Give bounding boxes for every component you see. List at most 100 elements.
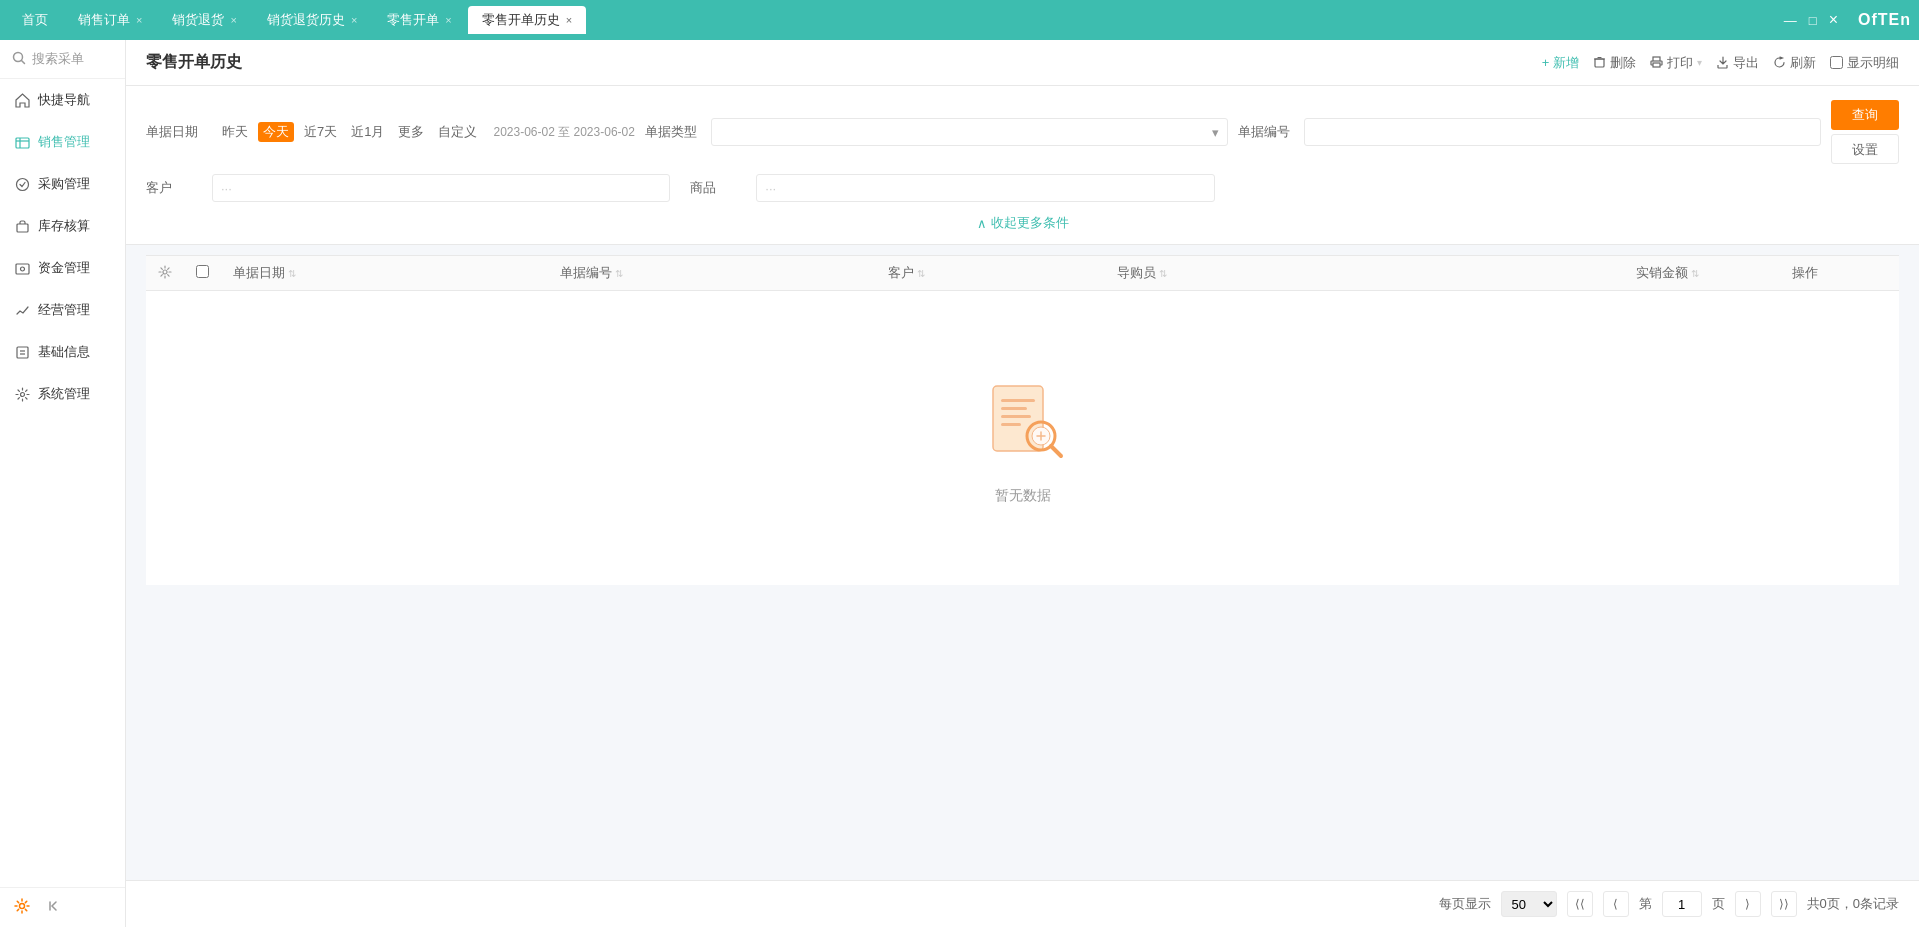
date-custom[interactable]: 自定义	[434, 122, 481, 142]
th-date[interactable]: 单据日期 ⇅	[221, 256, 548, 291]
export-icon	[1716, 56, 1729, 69]
type-filter-select[interactable]: ▾	[711, 118, 1228, 146]
table-area: 单据日期 ⇅ 单据编号 ⇅ 客户	[126, 245, 1919, 880]
goods-filter-label: 商品	[690, 179, 750, 197]
query-button[interactable]: 查询	[1831, 100, 1899, 130]
sidebar-item-basic-info[interactable]: 基础信息	[0, 331, 125, 373]
customer-filter-label: 客户	[146, 179, 206, 197]
svg-point-5	[16, 178, 28, 190]
tab-retail-open-history[interactable]: 零售开单历史 ×	[468, 6, 586, 34]
sort-salesperson-icon: ⇅	[1159, 268, 1167, 279]
date-week[interactable]: 近7天	[300, 122, 341, 142]
add-button[interactable]: + 新增	[1542, 54, 1579, 72]
th-customer[interactable]: 客户 ⇅	[876, 256, 1106, 291]
svg-point-20	[163, 270, 167, 274]
system-icon	[14, 386, 30, 402]
show-detail-checkbox[interactable]	[1830, 56, 1843, 69]
sidebar-search[interactable]: 搜索采单	[0, 40, 125, 79]
sales-icon	[14, 134, 30, 150]
window-close[interactable]: ×	[1829, 11, 1838, 29]
page-header: 零售开单历史 + 新增 删除	[126, 40, 1919, 86]
collapse-sidebar-icon[interactable]	[46, 898, 62, 917]
home-icon	[14, 92, 30, 108]
inventory-icon	[14, 218, 30, 234]
svg-rect-23	[1001, 407, 1027, 410]
print-button[interactable]: 打印 ▾	[1650, 54, 1702, 72]
page-title: 零售开单历史	[146, 52, 242, 73]
goods-dots: ···	[765, 181, 776, 196]
th-number[interactable]: 单据编号 ⇅	[548, 256, 875, 291]
sidebar-item-system-mgmt[interactable]: 系统管理	[0, 373, 125, 415]
toolbar: + 新增 删除 打印	[1542, 54, 1899, 72]
window-minimize[interactable]: —	[1784, 13, 1797, 28]
page-last-button[interactable]: ⟩⟩	[1771, 891, 1797, 917]
date-shortcuts: 昨天 今天 近7天 近1月 更多 自定义	[218, 122, 481, 142]
svg-rect-15	[1595, 59, 1604, 67]
sidebar-item-sales-mgmt[interactable]: 销售管理	[0, 121, 125, 163]
main-layout: 搜索采单 快捷导航 销售管理	[0, 40, 1919, 927]
th-salesperson[interactable]: 导购员 ⇅	[1105, 256, 1383, 291]
page-next-button[interactable]: ⟩	[1735, 891, 1761, 917]
page-label: 第	[1639, 895, 1652, 913]
date-yesterday[interactable]: 昨天	[218, 122, 252, 142]
date-range-display: 2023-06-02 至 2023-06-02	[493, 124, 634, 141]
tab-sales-return[interactable]: 销货退货 ×	[158, 6, 250, 34]
tab-retail-open[interactable]: 零售开单 ×	[373, 6, 465, 34]
svg-rect-24	[1001, 415, 1031, 418]
export-button[interactable]: 导出	[1716, 54, 1759, 72]
sidebar-item-inventory[interactable]: 库存核算	[0, 205, 125, 247]
date-more[interactable]: 更多	[394, 122, 428, 142]
tab-sales-return-history[interactable]: 销货退货历史 ×	[253, 6, 371, 34]
sidebar-item-finance-mgmt[interactable]: 资金管理	[0, 247, 125, 289]
check-all-checkbox[interactable]	[196, 265, 209, 278]
delete-button[interactable]: 删除	[1593, 54, 1636, 72]
table-check-all[interactable]	[184, 256, 221, 291]
tab-retail-open-history-close[interactable]: ×	[566, 14, 572, 26]
tab-home[interactable]: 首页	[8, 6, 62, 34]
goods-filter-select[interactable]: ···	[756, 174, 1214, 202]
date-today[interactable]: 今天	[258, 122, 294, 142]
customer-filter-select[interactable]: ···	[212, 174, 670, 202]
settings-gear-icon[interactable]	[14, 898, 30, 917]
total-info: 共0页，0条记录	[1807, 895, 1899, 913]
page-first-button[interactable]: ⟨⟨	[1567, 891, 1593, 917]
svg-line-1	[22, 60, 25, 63]
sort-customer-icon: ⇅	[917, 268, 925, 279]
window-maximize[interactable]: □	[1809, 13, 1817, 28]
svg-point-8	[20, 267, 24, 271]
tab-sales-return-close[interactable]: ×	[230, 14, 236, 26]
tab-retail-open-close[interactable]: ×	[445, 14, 451, 26]
th-amount[interactable]: 实销金额 ⇅	[1384, 256, 1711, 291]
page-size-select[interactable]: 50 10 20 100	[1501, 891, 1557, 917]
date-month[interactable]: 近1月	[347, 122, 388, 142]
tab-bar-right: — □ × OfTEn	[1784, 11, 1911, 29]
data-table: 单据日期 ⇅ 单据编号 ⇅ 客户	[146, 255, 1899, 585]
refresh-icon	[1773, 56, 1786, 69]
tab-bar: 首页 销售订单 × 销货退货 × 销货退货历史 × 零售开单 × 零售开单历史 …	[0, 0, 1919, 40]
number-filter-input[interactable]	[1304, 118, 1821, 146]
type-select-arrow: ▾	[1212, 125, 1219, 140]
operation-icon	[14, 302, 30, 318]
sidebar: 搜索采单 快捷导航 销售管理	[0, 40, 126, 927]
table-gear-icon[interactable]	[158, 267, 172, 282]
sidebar-bottom	[0, 887, 125, 927]
tab-sales-order[interactable]: 销售订单 ×	[64, 6, 156, 34]
setting-button[interactable]: 设置	[1831, 134, 1899, 164]
th-action: 操作	[1711, 256, 1899, 291]
sidebar-item-purchase-mgmt[interactable]: 采购管理	[0, 163, 125, 205]
svg-rect-18	[1653, 57, 1660, 61]
sidebar-item-quick-nav[interactable]: 快捷导航	[0, 79, 125, 121]
tab-sales-order-close[interactable]: ×	[136, 14, 142, 26]
page-input[interactable]	[1662, 891, 1702, 917]
page-prev-button[interactable]: ⟨	[1603, 891, 1629, 917]
collapse-up-icon: ∧	[977, 216, 987, 231]
print-icon	[1650, 56, 1663, 69]
tab-sales-return-history-close[interactable]: ×	[351, 14, 357, 26]
search-icon	[12, 51, 26, 68]
collapse-filter-button[interactable]: ∧ 收起更多条件	[146, 210, 1899, 236]
sidebar-item-operation-mgmt[interactable]: 经营管理	[0, 289, 125, 331]
refresh-button[interactable]: 刷新	[1773, 54, 1816, 72]
svg-rect-19	[1653, 63, 1660, 67]
show-detail-toggle[interactable]: 显示明细	[1830, 54, 1899, 72]
sort-amount-icon: ⇅	[1691, 268, 1699, 279]
